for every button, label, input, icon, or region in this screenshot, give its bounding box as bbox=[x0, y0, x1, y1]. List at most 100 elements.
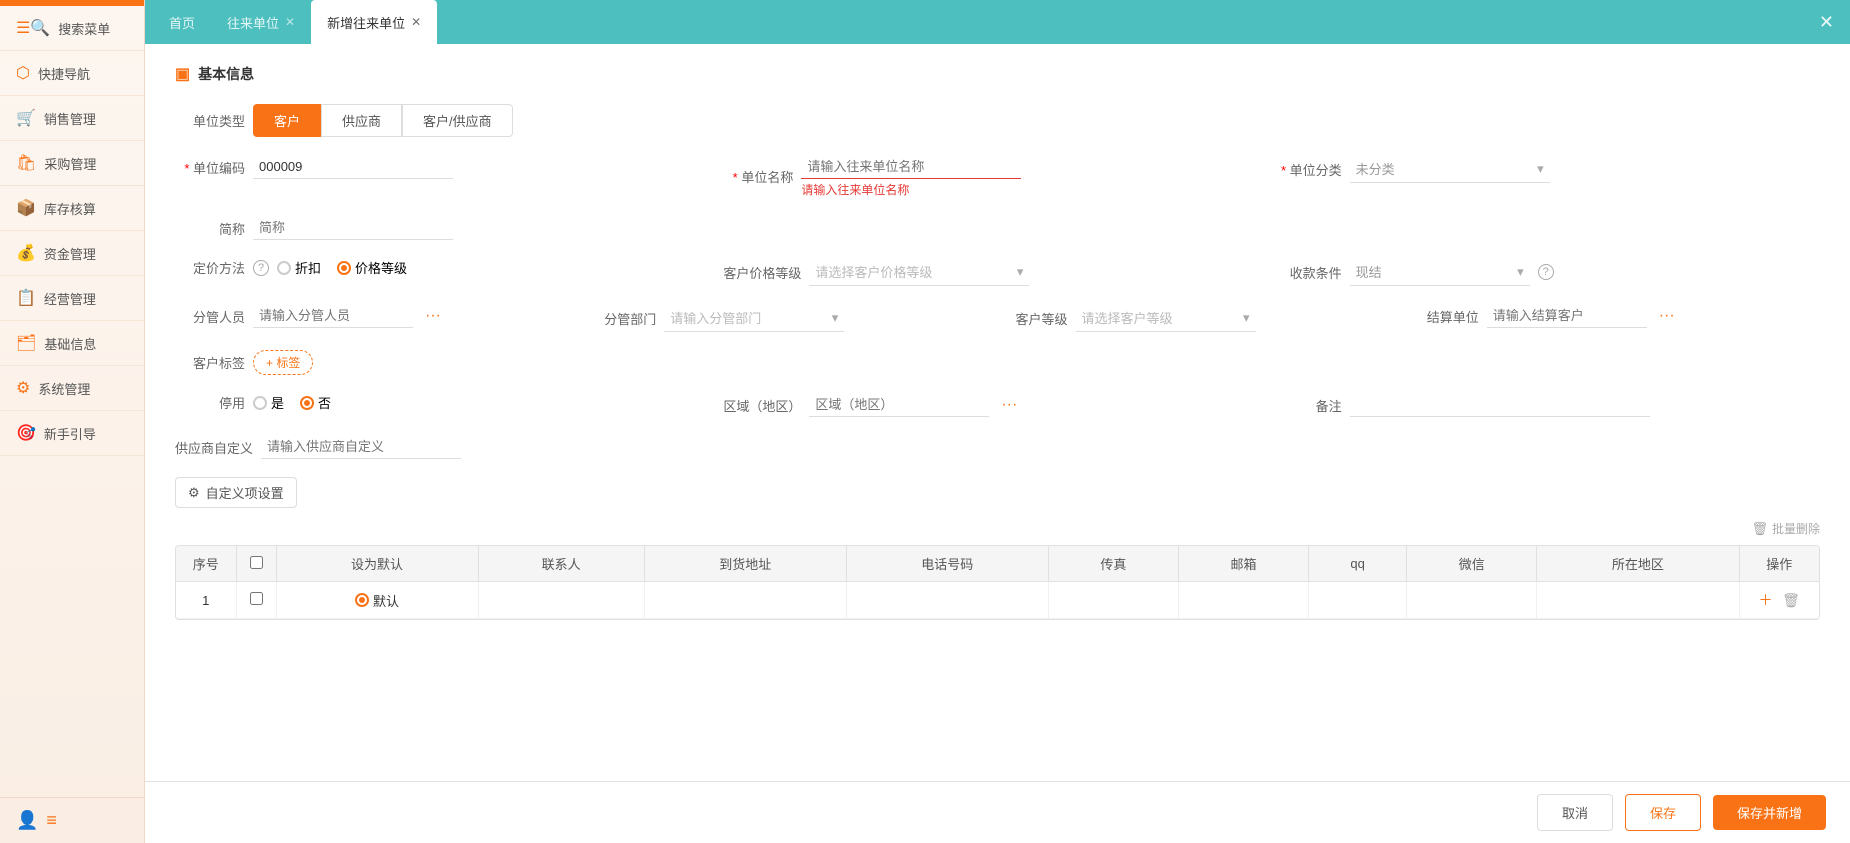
remark-input[interactable] bbox=[1350, 393, 1650, 417]
settlement-unit-label: 结算单位 bbox=[1409, 307, 1479, 326]
manager-dept-row: 分管人员 ··· 分管部门 请输入分管部门 ▾ 客户等级 请选择客户等级 ▾ 结… bbox=[175, 304, 1820, 332]
finance-icon: 💰 bbox=[16, 243, 36, 263]
col-phone: 电话号码 bbox=[846, 546, 1048, 582]
sidebar-item-tutorial[interactable]: 🎯 新手引导 bbox=[0, 411, 144, 456]
short-name-label: 简称 bbox=[175, 219, 245, 238]
sidebar-item-finance[interactable]: 💰 资金管理 bbox=[0, 231, 144, 276]
manager-input[interactable] bbox=[253, 304, 413, 328]
settlement-unit-input[interactable] bbox=[1487, 304, 1647, 328]
yes-label: 是 bbox=[271, 393, 284, 412]
custom-settings-label: 自定义项设置 bbox=[206, 483, 284, 502]
customer-price-group: 客户价格等级 请选择客户价格等级 ▾ bbox=[723, 258, 1271, 286]
sidebar-item-label: 销售管理 bbox=[44, 109, 96, 128]
pricing-method-help[interactable]: ? bbox=[253, 260, 269, 276]
unit-btn-both[interactable]: 客户/供应商 bbox=[402, 104, 513, 137]
col-action: 操作 bbox=[1739, 546, 1819, 582]
unit-btn-supplier[interactable]: 供应商 bbox=[321, 104, 402, 137]
unit-code-input[interactable] bbox=[253, 155, 453, 179]
customer-level-select[interactable]: 请选择客户等级 ▾ bbox=[1076, 304, 1256, 332]
tab-home-label: 首页 bbox=[169, 13, 195, 32]
add-row-icon[interactable]: ＋ bbox=[1759, 592, 1773, 608]
dept-select[interactable]: 请输入分管部门 ▾ bbox=[664, 304, 844, 332]
cancel-button[interactable]: 取消 bbox=[1537, 794, 1613, 831]
sales-icon: 🛒 bbox=[16, 108, 36, 128]
search-icon: ☰🔍 bbox=[16, 18, 50, 38]
sidebar-item-label: 快捷导航 bbox=[38, 64, 90, 83]
pricing-row: 定价方法 ? 折扣 价格等级 客户价格等级 请选择客户价格等级 bbox=[175, 258, 1820, 286]
manager-label: 分管人员 bbox=[175, 307, 245, 326]
remark-label: 备注 bbox=[1272, 396, 1342, 415]
manager-more-icon[interactable]: ··· bbox=[421, 307, 445, 325]
sidebar-item-inventory[interactable]: 📦 库存核算 bbox=[0, 186, 144, 231]
sidebar-item-sales[interactable]: 🛒 销售管理 bbox=[0, 96, 144, 141]
yes-radio-circle bbox=[253, 396, 267, 410]
save-and-new-button[interactable]: 保存并新增 bbox=[1713, 795, 1826, 830]
save-button[interactable]: 保存 bbox=[1625, 794, 1701, 831]
customer-price-placeholder: 请选择客户价格等级 bbox=[815, 262, 932, 281]
tag-label: 客户标签 bbox=[175, 353, 245, 372]
remark-group: 备注 bbox=[1272, 393, 1820, 417]
col-email: 邮箱 bbox=[1178, 546, 1308, 582]
pricing-level-radio[interactable]: 价格等级 bbox=[337, 258, 407, 277]
row-default-radio[interactable]: 默认 bbox=[287, 591, 468, 610]
home-icon: ⬡ bbox=[16, 63, 30, 83]
col-fax: 传真 bbox=[1048, 546, 1178, 582]
add-tag-button[interactable]: + 标签 bbox=[253, 350, 313, 375]
region-more-icon[interactable]: ··· bbox=[997, 396, 1021, 414]
collection-condition-select[interactable]: 现结 ▾ bbox=[1350, 258, 1530, 286]
tab-new-contact-close[interactable]: ✕ bbox=[411, 15, 421, 29]
select-all-checkbox[interactable] bbox=[250, 556, 263, 569]
unit-name-error-msg: 请输入往来单位名称 bbox=[801, 181, 1271, 198]
user-icon: 👤 bbox=[16, 810, 38, 831]
discount-radio-circle bbox=[277, 261, 291, 275]
region-input[interactable] bbox=[809, 393, 989, 417]
sidebar-item-system[interactable]: ⚙ 系统管理 bbox=[0, 366, 144, 411]
collection-condition-group: 收款条件 现结 ▾ ? bbox=[1272, 258, 1820, 286]
col-region: 所在地区 bbox=[1537, 546, 1739, 582]
sidebar-item-basic-info[interactable]: 🗂 基础信息 bbox=[0, 321, 144, 366]
tab-new-contact[interactable]: 新增往来单位 ✕ bbox=[311, 0, 437, 44]
supplier-custom-input[interactable] bbox=[261, 435, 461, 459]
collection-condition-value: 现结 bbox=[1356, 262, 1382, 281]
collection-condition-arrow: ▾ bbox=[1517, 264, 1524, 280]
sidebar-item-label: 新手引导 bbox=[44, 424, 96, 443]
custom-settings-button[interactable]: ⚙ 自定义项设置 bbox=[175, 477, 297, 508]
dept-label: 分管部门 bbox=[586, 309, 656, 328]
batch-delete-label[interactable]: 批量删除 bbox=[1772, 520, 1820, 537]
col-checkbox bbox=[236, 546, 276, 582]
no-label: 否 bbox=[318, 393, 331, 412]
tutorial-icon: 🎯 bbox=[16, 423, 36, 443]
sidebar-item-search[interactable]: ☰🔍 搜索菜单 bbox=[0, 6, 144, 51]
sidebar-item-label: 基础信息 bbox=[44, 334, 96, 353]
tab-home[interactable]: 首页 bbox=[153, 0, 211, 44]
short-name-group: 简称 bbox=[175, 216, 1820, 240]
sidebar-item-quick-nav[interactable]: ⬡ 快捷导航 bbox=[0, 51, 144, 96]
tab-contacts[interactable]: 往来单位 ✕ bbox=[211, 0, 311, 44]
collection-condition-label: 收款条件 bbox=[1272, 263, 1342, 282]
default-label: 默认 bbox=[373, 591, 399, 610]
main-area: 首页 往来单位 ✕ 新增往来单位 ✕ ✕ ▣ 基本信息 单位类型 客户 供应商 … bbox=[145, 0, 1850, 843]
dept-group: 分管部门 请输入分管部门 ▾ bbox=[586, 304, 997, 332]
row-select-checkbox[interactable] bbox=[250, 592, 263, 605]
disable-no-radio[interactable]: 否 bbox=[300, 393, 331, 412]
disable-yes-radio[interactable]: 是 bbox=[253, 393, 284, 412]
pricing-method-label: 定价方法 bbox=[175, 258, 245, 277]
row-phone bbox=[846, 582, 1048, 619]
close-all-tabs-button[interactable]: ✕ bbox=[1811, 8, 1842, 37]
unit-category-select[interactable]: 未分类 ▾ bbox=[1350, 155, 1550, 183]
tab-contacts-label: 往来单位 bbox=[227, 13, 279, 32]
default-radio-circle bbox=[355, 593, 369, 607]
customer-level-arrow: ▾ bbox=[1243, 310, 1250, 326]
delete-row-icon[interactable]: 🗑 bbox=[1782, 592, 1800, 608]
pricing-discount-radio[interactable]: 折扣 bbox=[277, 258, 321, 277]
sidebar-item-operations[interactable]: 📋 经营管理 bbox=[0, 276, 144, 321]
tab-contacts-close[interactable]: ✕ bbox=[285, 15, 295, 29]
settlement-more-icon[interactable]: ··· bbox=[1655, 307, 1679, 325]
collection-help[interactable]: ? bbox=[1538, 264, 1554, 280]
disable-radio-group: 是 否 bbox=[253, 393, 331, 412]
sidebar-item-purchase[interactable]: 🛍 采购管理 bbox=[0, 141, 144, 186]
customer-price-select[interactable]: 请选择客户价格等级 ▾ bbox=[809, 258, 1029, 286]
unit-btn-customer[interactable]: 客户 bbox=[253, 104, 321, 137]
short-name-input[interactable] bbox=[253, 216, 453, 240]
unit-name-input[interactable] bbox=[801, 155, 1021, 179]
